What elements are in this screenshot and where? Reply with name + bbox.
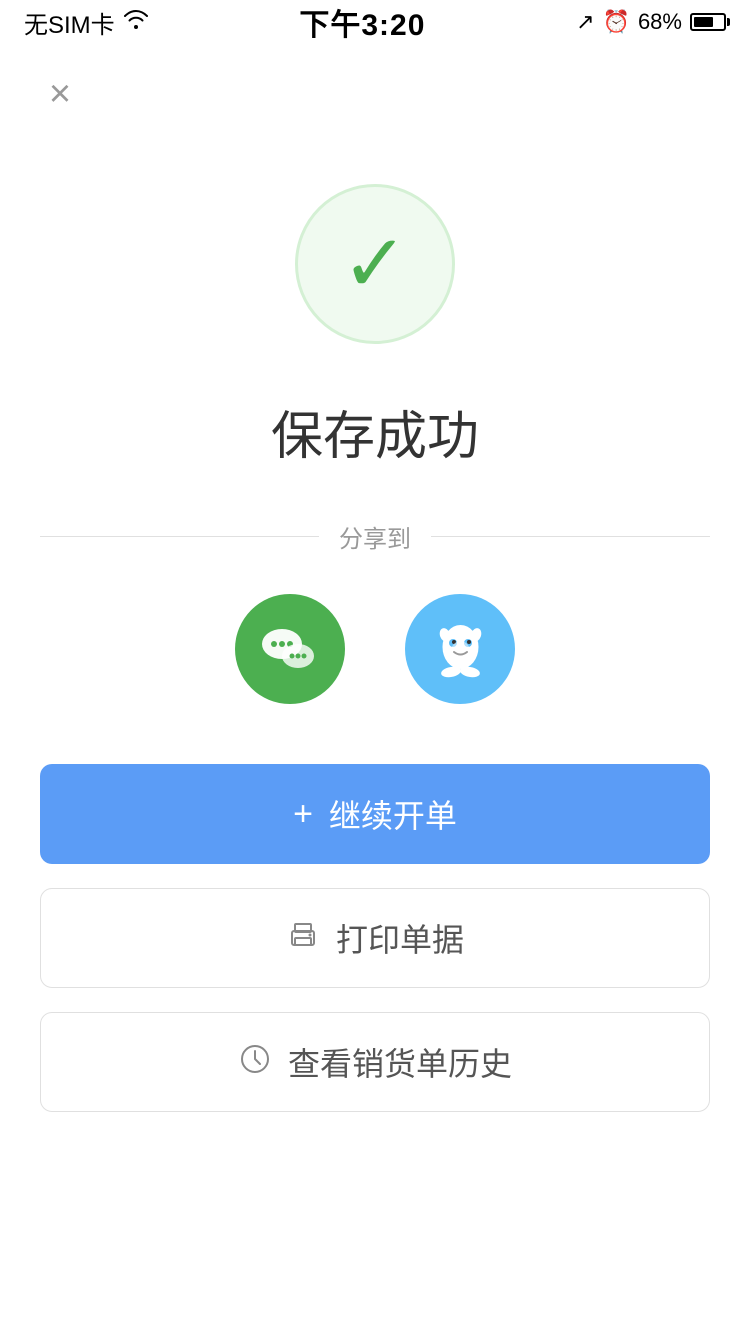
print-label: 打印单据 — [336, 915, 464, 961]
wechat-share-button[interactable] — [235, 594, 345, 704]
qq-logo-icon — [433, 617, 488, 682]
success-icon-wrapper: ✓ — [295, 184, 455, 344]
divider-line-left — [40, 536, 319, 537]
action-buttons: + 继续开单 打印单据 查看销货单历史 — [40, 764, 710, 1112]
status-left: 无SIM卡 — [24, 5, 149, 40]
wechat-logo-icon — [258, 617, 323, 682]
wifi-icon — [123, 8, 149, 36]
continue-label: 继续开单 — [329, 791, 457, 837]
alarm-icon: ⏰ — [603, 9, 630, 35]
success-circle: ✓ — [295, 184, 455, 344]
close-icon: × — [49, 75, 71, 113]
share-label: 分享到 — [339, 519, 411, 554]
close-button[interactable]: × — [30, 64, 90, 124]
qq-share-button[interactable] — [405, 594, 515, 704]
status-time: 下午3:20 — [299, 0, 425, 44]
location-icon: ↗ — [576, 9, 594, 35]
status-right: ↗ ⏰ 68% — [576, 9, 726, 35]
checkmark-icon: ✓ — [341, 224, 408, 304]
history-label: 查看销货单历史 — [288, 1039, 512, 1085]
print-button[interactable]: 打印单据 — [40, 888, 710, 988]
main-content: ✓ 保存成功 分享到 — [0, 144, 750, 1334]
history-button[interactable]: 查看销货单历史 — [40, 1012, 710, 1112]
sim-text: 无SIM卡 — [24, 5, 115, 40]
success-title: 保存成功 — [271, 394, 479, 469]
battery-percent: 68% — [638, 9, 682, 35]
battery-icon — [690, 13, 726, 31]
status-bar: 无SIM卡 下午3:20 ↗ ⏰ 68% — [0, 0, 750, 44]
divider-line-right — [431, 536, 710, 537]
plus-icon: + — [293, 797, 313, 831]
clock-icon — [238, 1042, 272, 1082]
share-divider: 分享到 — [40, 519, 710, 554]
share-icons — [235, 594, 515, 704]
continue-button[interactable]: + 继续开单 — [40, 764, 710, 864]
printer-icon — [286, 918, 320, 958]
